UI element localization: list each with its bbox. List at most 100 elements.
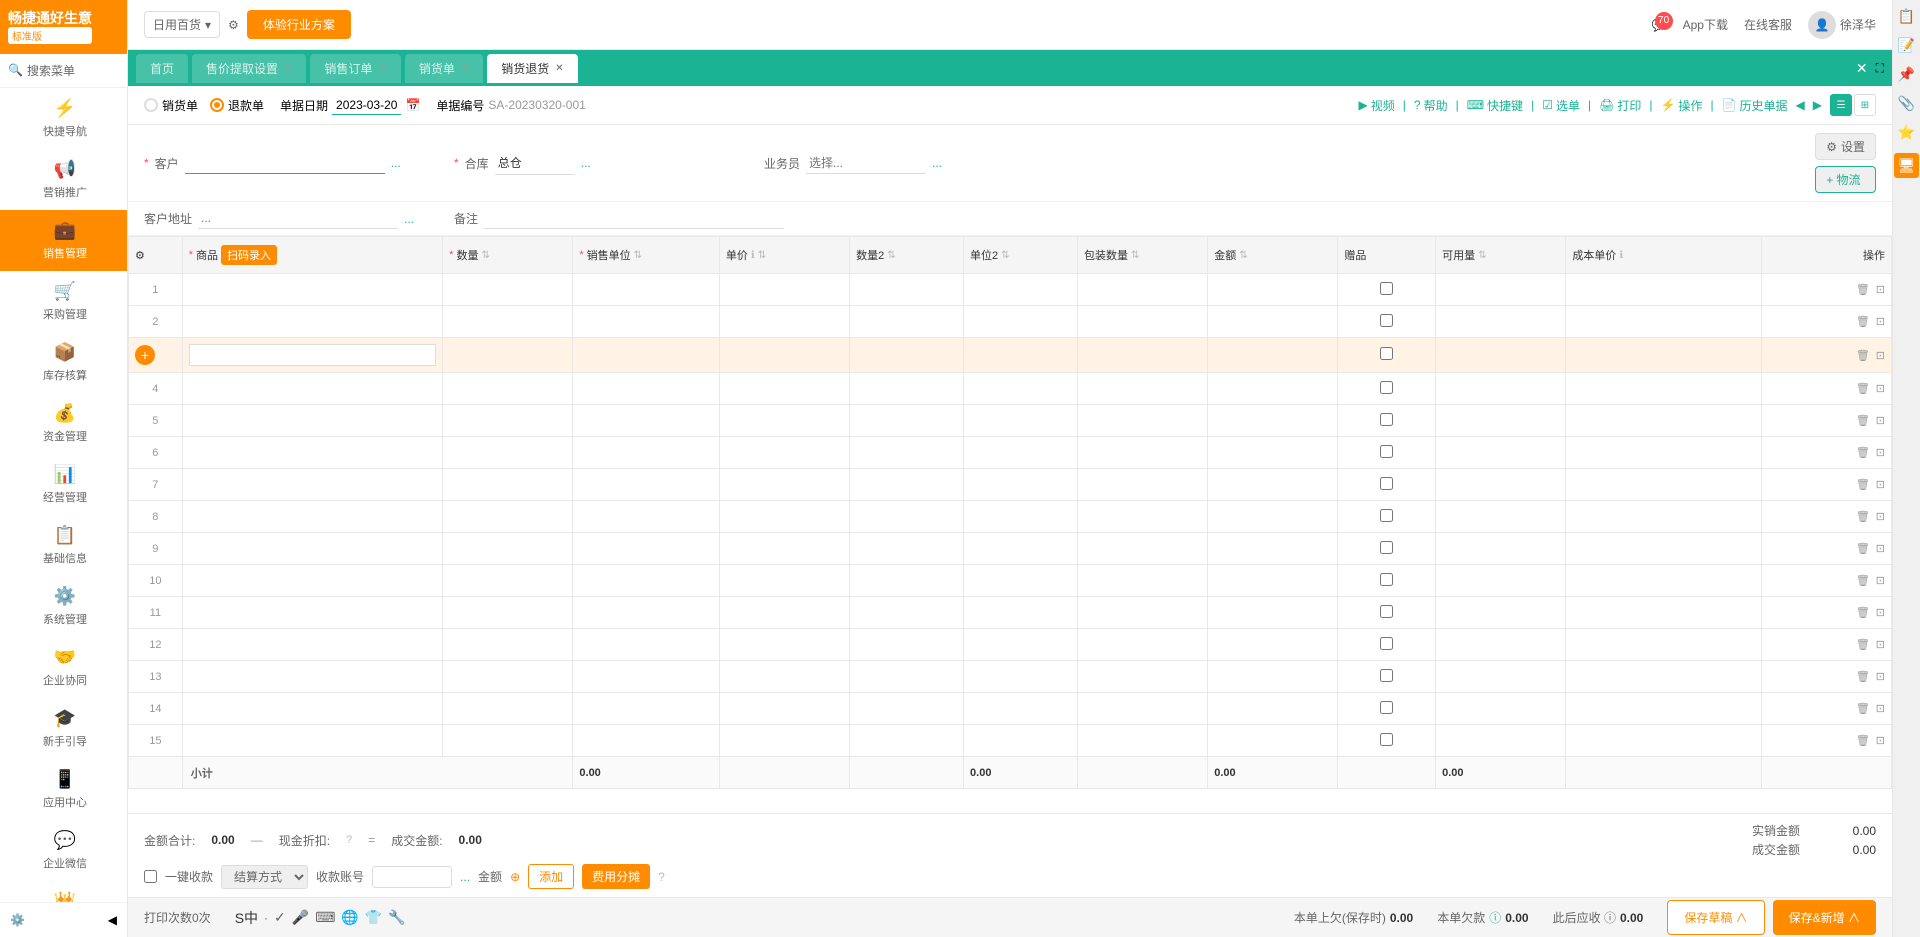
copy-icon[interactable]: ⊡ (1876, 542, 1885, 555)
delete-icon[interactable]: 🗑 (1856, 349, 1870, 362)
address-dots[interactable]: ... (404, 212, 414, 226)
single-overdue-val[interactable]: ⓘ (1489, 909, 1501, 926)
copy-icon[interactable]: ⊡ (1876, 414, 1885, 427)
product-cell[interactable] (182, 306, 442, 338)
action-video[interactable]: ▶ 视频 (1359, 97, 1395, 114)
unit2-cell[interactable] (964, 338, 1078, 373)
copy-icon[interactable]: ⊡ (1876, 510, 1885, 523)
product-cell[interactable] (182, 274, 442, 306)
copy-icon[interactable]: ⊡ (1876, 670, 1885, 683)
staff-dots[interactable]: ... (932, 156, 942, 170)
sort-qty2-icon[interactable]: ⇅ (887, 250, 895, 261)
copy-icon[interactable]: ⊡ (1876, 349, 1885, 362)
product-input-cell[interactable] (182, 338, 442, 373)
action-shortcut[interactable]: ⌨ 快捷键 (1467, 97, 1523, 114)
sidebar-item-operations[interactable]: 📊 经营管理 (0, 454, 127, 515)
add-row-button[interactable]: + (135, 345, 155, 365)
sidebar-item-finance[interactable]: 💰 资金管理 (0, 393, 127, 454)
qty2-cell[interactable] (850, 274, 964, 306)
delete-icon[interactable]: 🗑 (1856, 478, 1870, 491)
copy-icon[interactable]: ⊡ (1876, 734, 1885, 747)
pack-qty-cell[interactable] (1077, 274, 1207, 306)
customer-input[interactable] (185, 153, 385, 174)
tab-sales-order[interactable]: 销售订单 ✕ (310, 54, 400, 83)
product-input[interactable] (189, 344, 436, 366)
delete-icon[interactable]: 🗑 (1856, 382, 1870, 395)
tab-close-icon[interactable]: ✕ (284, 63, 292, 74)
sort-qty-icon[interactable]: ⇅ (481, 250, 489, 261)
copy-icon[interactable]: ⊡ (1876, 702, 1885, 715)
list-view-icon[interactable]: ☰ (1830, 94, 1852, 116)
tab-price-settings[interactable]: 售价提取设置 ✕ (192, 54, 306, 83)
app-download-link[interactable]: App下载 (1683, 16, 1728, 33)
unit-cell[interactable] (573, 338, 720, 373)
account-dots[interactable]: ... (460, 870, 470, 884)
maximize-icon[interactable]: ⛶ (1876, 61, 1884, 76)
trial-button[interactable]: 体验行业方案 (247, 10, 351, 39)
available-cell[interactable] (1436, 306, 1566, 338)
price-cell[interactable] (719, 274, 849, 306)
delete-icon[interactable]: 🗑 (1856, 542, 1870, 555)
delete-icon[interactable]: 🗑 (1856, 702, 1870, 715)
user-menu[interactable]: 👤 徐泽华 (1808, 11, 1876, 39)
qty-cell[interactable] (443, 338, 573, 373)
feiyong-help-icon[interactable]: ? (658, 870, 665, 884)
staff-input[interactable] (806, 153, 926, 174)
scan-button[interactable]: 扫码录入 (221, 245, 277, 265)
action-print[interactable]: 🖨 打印 (1599, 97, 1641, 114)
collapse-icon[interactable]: ◀ (108, 913, 117, 927)
prev-icon[interactable]: ◀ (1796, 98, 1805, 112)
right-panel-icon-5[interactable]: ⭐ (1898, 124, 1915, 141)
copy-icon[interactable]: ⊡ (1876, 283, 1885, 296)
delete-icon[interactable]: 🗑 (1856, 446, 1870, 459)
pack-qty-cell[interactable] (1077, 338, 1207, 373)
warehouse-dots[interactable]: ... (581, 156, 591, 170)
copy-icon[interactable]: ⊡ (1876, 638, 1885, 651)
action-help[interactable]: ? 帮助 (1414, 97, 1448, 114)
tab-home[interactable]: 首页 (136, 54, 188, 83)
remark-input[interactable] (484, 208, 784, 229)
delete-icon[interactable]: 🗑 (1856, 414, 1870, 427)
calendar-icon[interactable]: 📅 (405, 98, 420, 112)
qty-cell[interactable] (443, 274, 573, 306)
settings-bottom-icon[interactable]: ⚙️ (10, 913, 25, 927)
settings-icon[interactable]: ⚙ (228, 18, 239, 32)
save-new-button[interactable]: 保存&新增 ∧ (1773, 900, 1876, 935)
radio-sale[interactable]: 销货单 (144, 97, 198, 114)
sidebar-item-marketing[interactable]: 📢 营销推广 (0, 149, 127, 210)
business-selector[interactable]: 日用百货 ▾ (144, 11, 220, 38)
gift-cell[interactable] (1338, 338, 1436, 373)
unit-cell[interactable] (573, 306, 720, 338)
radio-return[interactable]: 退款单 (210, 97, 264, 114)
th-settings[interactable]: ⚙ (129, 237, 183, 274)
customer-dots[interactable]: ... (391, 156, 401, 170)
copy-icon[interactable]: ⊡ (1876, 382, 1885, 395)
price-cell[interactable] (719, 306, 849, 338)
unit2-cell[interactable] (964, 306, 1078, 338)
tab-close-icon[interactable]: ✕ (555, 63, 563, 74)
right-panel-icon-2[interactable]: 📝 (1898, 37, 1915, 54)
copy-icon[interactable]: ⊡ (1876, 606, 1885, 619)
unit-cell[interactable] (573, 274, 720, 306)
gear-icon[interactable]: ⚙ (135, 250, 145, 262)
tab-sales[interactable]: 销货单 ✕ (405, 54, 483, 83)
unit2-cell[interactable] (964, 274, 1078, 306)
calc-method-select[interactable]: 结算方式 (221, 865, 308, 889)
action-select[interactable]: ☑ 选单 (1542, 97, 1580, 114)
doc-date-value[interactable]: 2023-03-20 (332, 96, 401, 115)
sort-unit2-icon[interactable]: ⇅ (1001, 250, 1009, 261)
right-panel-icon-1[interactable]: 📋 (1898, 8, 1915, 25)
next-icon[interactable]: ▶ (1813, 98, 1822, 112)
tab-close-icon[interactable]: ✕ (378, 63, 386, 74)
delete-icon[interactable]: 🗑 (1856, 670, 1870, 683)
sort-amount-icon[interactable]: ⇅ (1239, 250, 1247, 261)
qty2-cell[interactable] (850, 306, 964, 338)
tab-sales-return[interactable]: 销货退货 ✕ (487, 54, 577, 83)
cost-price-cell[interactable] (1566, 338, 1761, 373)
sidebar-item-purchase[interactable]: 🛒 采购管理 (0, 271, 127, 332)
account-input[interactable] (372, 866, 452, 888)
sort-price-icon[interactable]: ⇅ (758, 250, 766, 261)
delete-icon[interactable]: 🗑 (1856, 734, 1870, 747)
cost-price-cell[interactable] (1566, 306, 1761, 338)
delete-icon[interactable]: 🗑 (1856, 510, 1870, 523)
